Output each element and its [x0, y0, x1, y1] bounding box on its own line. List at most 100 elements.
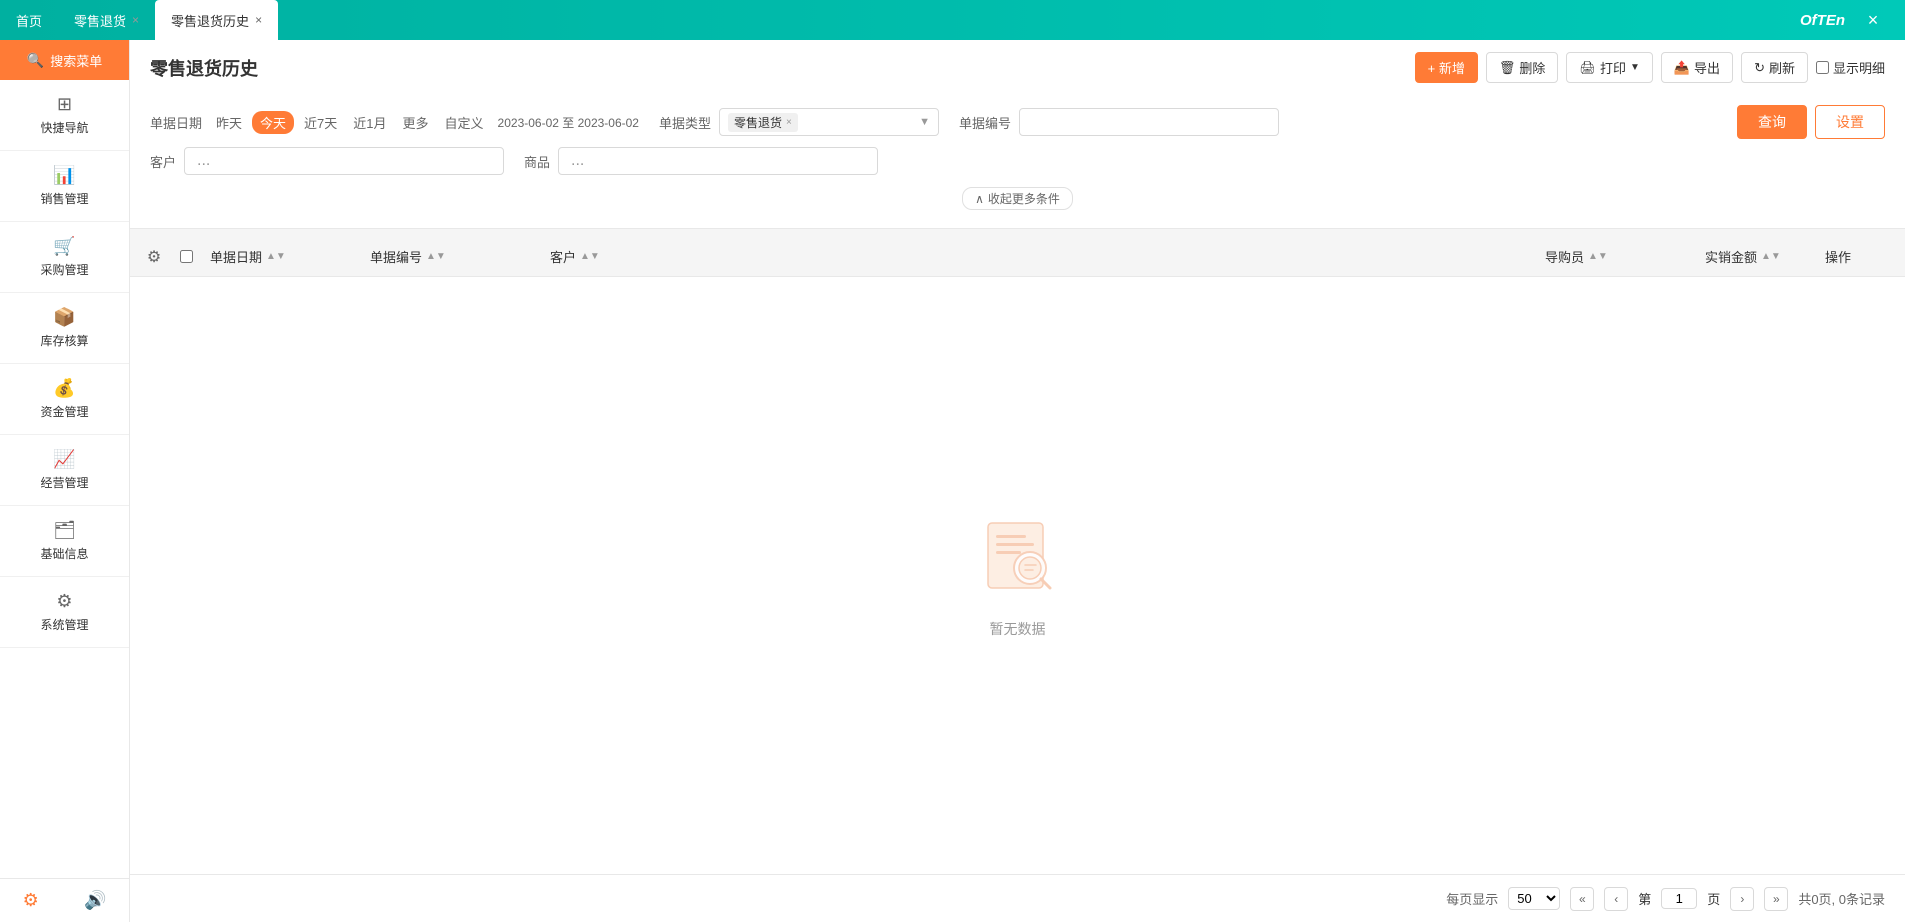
- sidebar: 🔍 搜索菜单 ⊞ 快捷导航 📊 销售管理 🛒 采购管理 📦 库存核算 💰: [0, 40, 130, 922]
- delete-button[interactable]: 🗑 删除: [1486, 52, 1559, 83]
- sidebar-item-label: 销售管理: [40, 190, 88, 207]
- filter-action-buttons: 查询 设置: [1737, 105, 1885, 139]
- type-filter-tag: 零售退货 ×: [728, 113, 798, 132]
- page-number-input[interactable]: [1661, 888, 1697, 909]
- tab-retail-return-close[interactable]: ×: [132, 13, 139, 27]
- brand-label: OfTEn: [1800, 12, 1845, 29]
- customer-filter-dots[interactable]: ...: [193, 152, 214, 170]
- sidebar-item-label: 经营管理: [40, 474, 88, 491]
- refresh-icon: ↻: [1754, 60, 1765, 76]
- th-number-sort[interactable]: ▲▼: [426, 252, 446, 262]
- sidebar-item-system[interactable]: ⚙ 系统管理: [0, 577, 129, 648]
- select-all-input[interactable]: [180, 250, 193, 263]
- first-page-icon: «: [1579, 892, 1586, 906]
- sales-icon: 📊: [53, 165, 75, 186]
- th-customer-sort[interactable]: ▲▼: [580, 252, 600, 262]
- date-option-today[interactable]: 今天: [252, 111, 294, 134]
- th-amount: 实销金额 ▲▼: [1697, 247, 1817, 266]
- print-icon: 🖨: [1579, 60, 1596, 76]
- page-size-select[interactable]: 50 10 20 100: [1508, 887, 1560, 910]
- collapse-bar: ∧ 收起更多条件: [150, 183, 1885, 218]
- th-guide-sort[interactable]: ▲▼: [1588, 252, 1608, 262]
- goods-filter-dots[interactable]: ...: [567, 152, 588, 170]
- sidebar-item-sales[interactable]: 📊 销售管理: [0, 151, 129, 222]
- table-container: ⚙ 单据日期 ▲▼ 单据编号 ▲▼ 客户 ▲▼ 导购员: [130, 237, 1905, 874]
- refresh-button[interactable]: ↻ 刷新: [1741, 52, 1808, 83]
- table-header: ⚙ 单据日期 ▲▼ 单据编号 ▲▼ 客户 ▲▼ 导购员: [130, 237, 1905, 277]
- sidebar-item-label: 快捷导航: [40, 119, 88, 136]
- sidebar-item-basic-info[interactable]: 🗂 基础信息: [0, 506, 129, 577]
- date-filter-item: 单据日期 昨天 今天 近7天 近1月 更多 自定义 2023-06-02 至 2…: [150, 111, 639, 134]
- sidebar-settings-button[interactable]: ⚙: [23, 890, 39, 911]
- th-guide-label: 导购员: [1545, 247, 1584, 266]
- toolbar: + 新增 🗑 删除 🖨 打印 ▼ 📤 导出 ↻: [1415, 52, 1885, 83]
- top-bar-right: OfTEn ×: [1800, 4, 1905, 36]
- collapse-icon: ∧: [975, 192, 984, 206]
- type-filter-arrow: ▼: [919, 116, 930, 128]
- voucher-filter-input[interactable]: [1019, 108, 1279, 136]
- tab-home[interactable]: 首页: [0, 0, 58, 40]
- filter-area: 单据日期 昨天 今天 近7天 近1月 更多 自定义 2023-06-02 至 2…: [150, 95, 1885, 228]
- next-page-button[interactable]: ›: [1730, 887, 1754, 911]
- content-area: 零售退货历史 + 新增 🗑 删除 🖨 打印 ▼ 📤 导出: [130, 40, 1905, 922]
- last-page-icon: »: [1773, 892, 1780, 906]
- sidebar-item-inventory[interactable]: 📦 库存核算: [0, 293, 129, 364]
- finance-icon: 💰: [53, 378, 75, 399]
- type-filter-tag-close[interactable]: ×: [786, 117, 792, 128]
- type-filter-select[interactable]: 零售退货 × ▼: [719, 108, 939, 136]
- th-number-label: 单据编号: [370, 247, 422, 266]
- export-icon: 📤: [1674, 60, 1690, 76]
- new-button[interactable]: + 新增: [1415, 52, 1478, 83]
- tab-retail-return-history-label: 零售退货历史: [171, 11, 249, 30]
- collapse-button[interactable]: ∧ 收起更多条件: [962, 187, 1073, 210]
- page-title-row: 零售退货历史 + 新增 🗑 删除 🖨 打印 ▼ 📤 导出: [150, 52, 1885, 83]
- date-option-more[interactable]: 更多: [397, 111, 435, 134]
- window-close-button[interactable]: ×: [1857, 4, 1889, 36]
- sidebar-volume-button[interactable]: 🔊: [84, 890, 106, 911]
- prev-page-icon: ‹: [1614, 892, 1618, 906]
- date-option-7days[interactable]: 近7天: [298, 111, 343, 134]
- settings-filter-button[interactable]: 设置: [1815, 105, 1885, 139]
- tab-retail-return-history-close[interactable]: ×: [255, 13, 262, 27]
- print-button[interactable]: 🖨 打印 ▼: [1566, 52, 1652, 83]
- sidebar-item-quick-nav[interactable]: ⊞ 快捷导航: [0, 80, 129, 151]
- goods-filter-label: 商品: [524, 152, 550, 171]
- sidebar-item-label: 库存核算: [40, 332, 88, 349]
- th-date-sort[interactable]: ▲▼: [266, 252, 286, 262]
- sidebar-item-label: 资金管理: [40, 403, 88, 420]
- sidebar-item-finance[interactable]: 💰 资金管理: [0, 364, 129, 435]
- last-page-button[interactable]: »: [1764, 887, 1788, 911]
- tab-bar: 首页 零售退货 × 零售退货历史 ×: [0, 0, 1800, 40]
- page-header: 零售退货历史 + 新增 🗑 删除 🖨 打印 ▼ 📤 导出: [130, 40, 1905, 229]
- date-option-yesterday[interactable]: 昨天: [210, 111, 248, 134]
- sidebar-item-label: 采购管理: [40, 261, 88, 278]
- show-detail-checkbox[interactable]: 显示明细: [1816, 58, 1885, 77]
- sidebar-item-purchase[interactable]: 🛒 采购管理: [0, 222, 129, 293]
- sidebar-item-label: 系统管理: [40, 616, 88, 633]
- system-icon: ⚙: [56, 591, 72, 612]
- first-page-button[interactable]: «: [1570, 887, 1594, 911]
- collapse-label: 收起更多条件: [988, 190, 1060, 207]
- date-option-custom[interactable]: 自定义: [439, 111, 490, 134]
- tab-home-label: 首页: [16, 11, 42, 30]
- export-button[interactable]: 📤 导出: [1661, 52, 1733, 83]
- goods-filter-select[interactable]: ...: [558, 147, 878, 175]
- type-filter-item: 单据类型 零售退货 × ▼: [659, 108, 939, 136]
- sidebar-search-button[interactable]: 🔍 搜索菜单: [0, 40, 129, 80]
- page-summary: 共0页, 0条记录: [1798, 889, 1885, 908]
- prev-page-button[interactable]: ‹: [1604, 887, 1628, 911]
- query-button[interactable]: 查询: [1737, 105, 1807, 139]
- th-amount-sort[interactable]: ▲▼: [1761, 252, 1781, 262]
- tab-retail-return[interactable]: 零售退货 ×: [58, 0, 155, 40]
- tab-retail-return-history[interactable]: 零售退货历史 ×: [155, 0, 278, 40]
- show-detail-input[interactable]: [1816, 61, 1829, 74]
- table-select-all-checkbox[interactable]: [170, 250, 202, 263]
- th-action: 操作: [1817, 247, 1897, 266]
- sidebar-item-operations[interactable]: 📈 经营管理: [0, 435, 129, 506]
- empty-text: 暂无数据: [990, 619, 1046, 639]
- table-settings-icon[interactable]: ⚙: [138, 247, 170, 267]
- date-option-1month[interactable]: 近1月: [347, 111, 392, 134]
- customer-filter-select[interactable]: ...: [184, 147, 504, 175]
- empty-illustration: [968, 513, 1068, 603]
- quick-nav-icon: ⊞: [57, 94, 72, 115]
